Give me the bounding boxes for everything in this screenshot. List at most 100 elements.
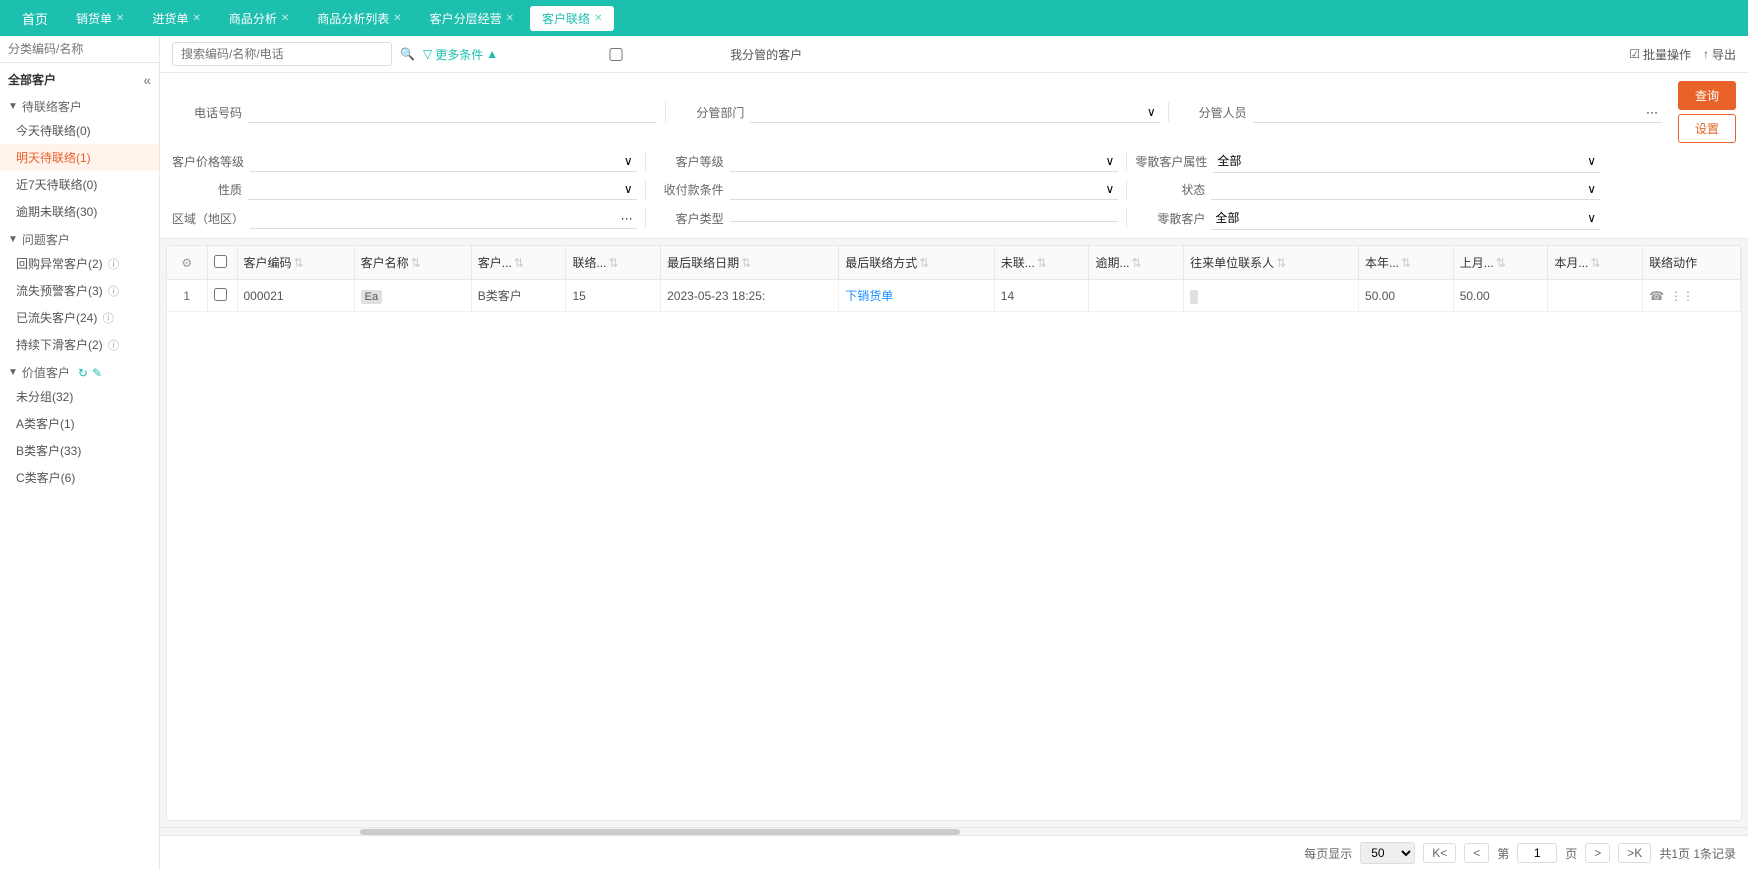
nav-close-purchase[interactable]: ✕ (192, 13, 200, 24)
nav-close-product-list[interactable]: ✕ (393, 13, 401, 24)
th-checkbox[interactable] (207, 246, 237, 280)
nav-customer-layered[interactable]: 客户分层经营 ✕ (418, 6, 526, 31)
settings-icon[interactable]: ⚙ (181, 256, 192, 270)
sidebar-item-repurchase-abnormal[interactable]: 回购异常客户(2) ⓘ (0, 250, 159, 277)
sidebar-item-tomorrow-contact[interactable]: 明天待联络(1) (0, 144, 159, 171)
sort-icon-method: ⇅ (919, 256, 929, 270)
info-icon-1: ⓘ (108, 259, 119, 271)
bulk-ops-icon: ☑ (1629, 47, 1640, 61)
td-customer-code: 000021 (237, 280, 354, 312)
sidebar-item-ungrouped[interactable]: 未分组(32) (0, 383, 159, 410)
th-last-contact-method[interactable]: 最后联络方式 ⇅ (839, 246, 995, 280)
customer-level-select[interactable]: ∨ (730, 151, 1119, 172)
customer-level-field: 客户等级 ∨ (654, 151, 1119, 172)
th-this-month[interactable]: 本月... ⇅ (1548, 246, 1643, 280)
td-last-contact-date: 2023-05-23 18:25: (661, 280, 839, 312)
branch-dept-select[interactable]: ∨ (750, 102, 1159, 123)
payment-select[interactable]: ∨ (730, 179, 1119, 200)
branch-person-select[interactable]: ··· (1253, 102, 1662, 123)
sidebar-item-today-contact[interactable]: 今天待联络(0) (0, 117, 159, 144)
my-customers-checkbox[interactable] (506, 48, 726, 61)
export-icon: ↑ (1703, 47, 1709, 61)
sidebar-item-declining[interactable]: 持续下滑客户(2) ⓘ (0, 331, 159, 358)
section-pending-contact[interactable]: ▼ 待联络客户 (0, 92, 159, 117)
per-page-select[interactable]: 50 100 200 (1360, 842, 1415, 864)
export-btn[interactable]: ↑ 导出 (1703, 46, 1736, 63)
query-button[interactable]: 查询 (1678, 81, 1736, 110)
prev-page-btn[interactable]: < (1464, 843, 1489, 863)
th-last-contact-date[interactable]: 最后联络日期 ⇅ (661, 246, 839, 280)
divider-2 (1168, 102, 1169, 122)
sidebar-search-input[interactable] (8, 42, 160, 56)
sidebar-item-c-class[interactable]: C类客户(6) (0, 464, 159, 491)
th-overdue[interactable]: 逾期... ⇅ (1089, 246, 1184, 280)
bulk-ops-btn[interactable]: ☑ 批量操作 (1629, 46, 1691, 63)
retail-attr-select[interactable]: 全部 ∨ (1213, 149, 1600, 173)
contact-action-icon[interactable]: ☎ (1649, 289, 1664, 303)
phone-input[interactable] (248, 102, 657, 123)
nav-home[interactable]: 首页 (10, 5, 60, 32)
payment-terms-field: 收付款条件 ∨ (654, 179, 1119, 200)
sidebar-item-b-class[interactable]: B类客户(33) (0, 437, 159, 464)
info-icon-2: ⓘ (108, 286, 119, 298)
nav-close-customer-contact[interactable]: ✕ (594, 13, 602, 24)
th-no-contact[interactable]: 未联... ⇅ (994, 246, 1089, 280)
scrollbar-thumb[interactable] (360, 829, 960, 835)
last-contact-link[interactable]: 下销货单 (845, 289, 893, 303)
filter-icon: ▽ (423, 47, 432, 61)
sidebar-item-7days-contact[interactable]: 近7天待联络(0) (0, 171, 159, 198)
th-customer-type[interactable]: 客户... ⇅ (471, 246, 566, 280)
retail-customer-select[interactable]: 全部 ∨ (1211, 206, 1600, 230)
select-all-checkbox[interactable] (214, 255, 227, 268)
sidebar-search-area: 🔍 (0, 36, 159, 63)
customer-price-select[interactable]: ∨ (250, 151, 637, 172)
my-customers-checkbox-label[interactable]: 我分管的客户 (506, 46, 802, 63)
more-conditions-btn[interactable]: ▽ 更多条件 ▲ (423, 46, 498, 63)
sidebar-item-churn-warning[interactable]: 流失预警客户(3) ⓘ (0, 277, 159, 304)
top-navigation: 首页 销货单 ✕ 进货单 ✕ 商品分析 ✕ 商品分析列表 ✕ 客户分层经营 ✕ … (0, 0, 1748, 36)
th-unit-contact[interactable]: 往来单位联系人 ⇅ (1184, 246, 1359, 280)
th-last-month[interactable]: 上月... ⇅ (1453, 246, 1548, 280)
row-checkbox[interactable] (214, 288, 227, 301)
sidebar-item-overdue-contact[interactable]: 逾期未联络(30) (0, 198, 159, 225)
branch-person-field: 分管人员 ··· (1177, 102, 1662, 123)
search-input[interactable] (172, 42, 392, 66)
section-problem-customers[interactable]: ▼ 问题客户 (0, 225, 159, 250)
table-header-row: ⚙ 客户编码 ⇅ 客户名称 (167, 246, 1741, 280)
next-page-btn[interactable]: > (1585, 843, 1610, 863)
nav-close-sales[interactable]: ✕ (116, 13, 124, 24)
search-btn[interactable]: 🔍 (400, 47, 415, 61)
th-contact[interactable]: 联络... ⇅ (566, 246, 661, 280)
region-select[interactable]: ··· (250, 208, 637, 229)
filter-row-3: 性质 ∨ 收付款条件 ∨ 状态 (172, 179, 1736, 200)
edit-icon[interactable]: ✎ (92, 366, 102, 380)
td-checkbox[interactable] (207, 280, 237, 312)
nature-select[interactable]: ∨ (248, 179, 637, 200)
sidebar-item-a-class[interactable]: A类客户(1) (0, 410, 159, 437)
status-select[interactable]: ∨ (1211, 179, 1600, 200)
pagination: 每页显示 50 100 200 K< < 第 页 > >K 共1页 1条记录 (160, 835, 1748, 870)
nav-purchase[interactable]: 进货单 ✕ (140, 6, 212, 31)
customer-type-select[interactable] (730, 215, 1119, 222)
nav-close-customer-layered[interactable]: ✕ (506, 13, 514, 24)
last-page-btn[interactable]: >K (1618, 843, 1651, 863)
refresh-icon[interactable]: ↻ (78, 366, 88, 380)
horizontal-scrollbar[interactable] (160, 827, 1748, 835)
page-input[interactable] (1517, 843, 1557, 863)
th-customer-code[interactable]: 客户编码 ⇅ (237, 246, 354, 280)
th-settings[interactable]: ⚙ (167, 246, 207, 280)
settings-button[interactable]: 设置 (1678, 114, 1736, 143)
nav-customer-contact[interactable]: 客户联络 ✕ (530, 6, 614, 31)
all-customers-header[interactable]: 全部客户 « (0, 63, 159, 92)
more-action-icon[interactable]: ⋮⋮ (1670, 289, 1694, 303)
sidebar-item-churned[interactable]: 已流失客户(24) ⓘ (0, 304, 159, 331)
nav-product-analysis-list[interactable]: 商品分析列表 ✕ (305, 6, 413, 31)
th-this-year[interactable]: 本年... ⇅ (1359, 246, 1454, 280)
section-value-customers[interactable]: ▼ 价值客户 ↻ ✎ (0, 358, 159, 383)
nav-sales-order[interactable]: 销货单 ✕ (64, 6, 136, 31)
th-customer-name[interactable]: 客户名称 ⇅ (354, 246, 471, 280)
nav-close-product-analysis[interactable]: ✕ (281, 13, 289, 24)
first-page-btn[interactable]: K< (1423, 843, 1456, 863)
nav-product-analysis[interactable]: 商品分析 ✕ (217, 6, 301, 31)
collapse-icon[interactable]: « (143, 72, 151, 88)
